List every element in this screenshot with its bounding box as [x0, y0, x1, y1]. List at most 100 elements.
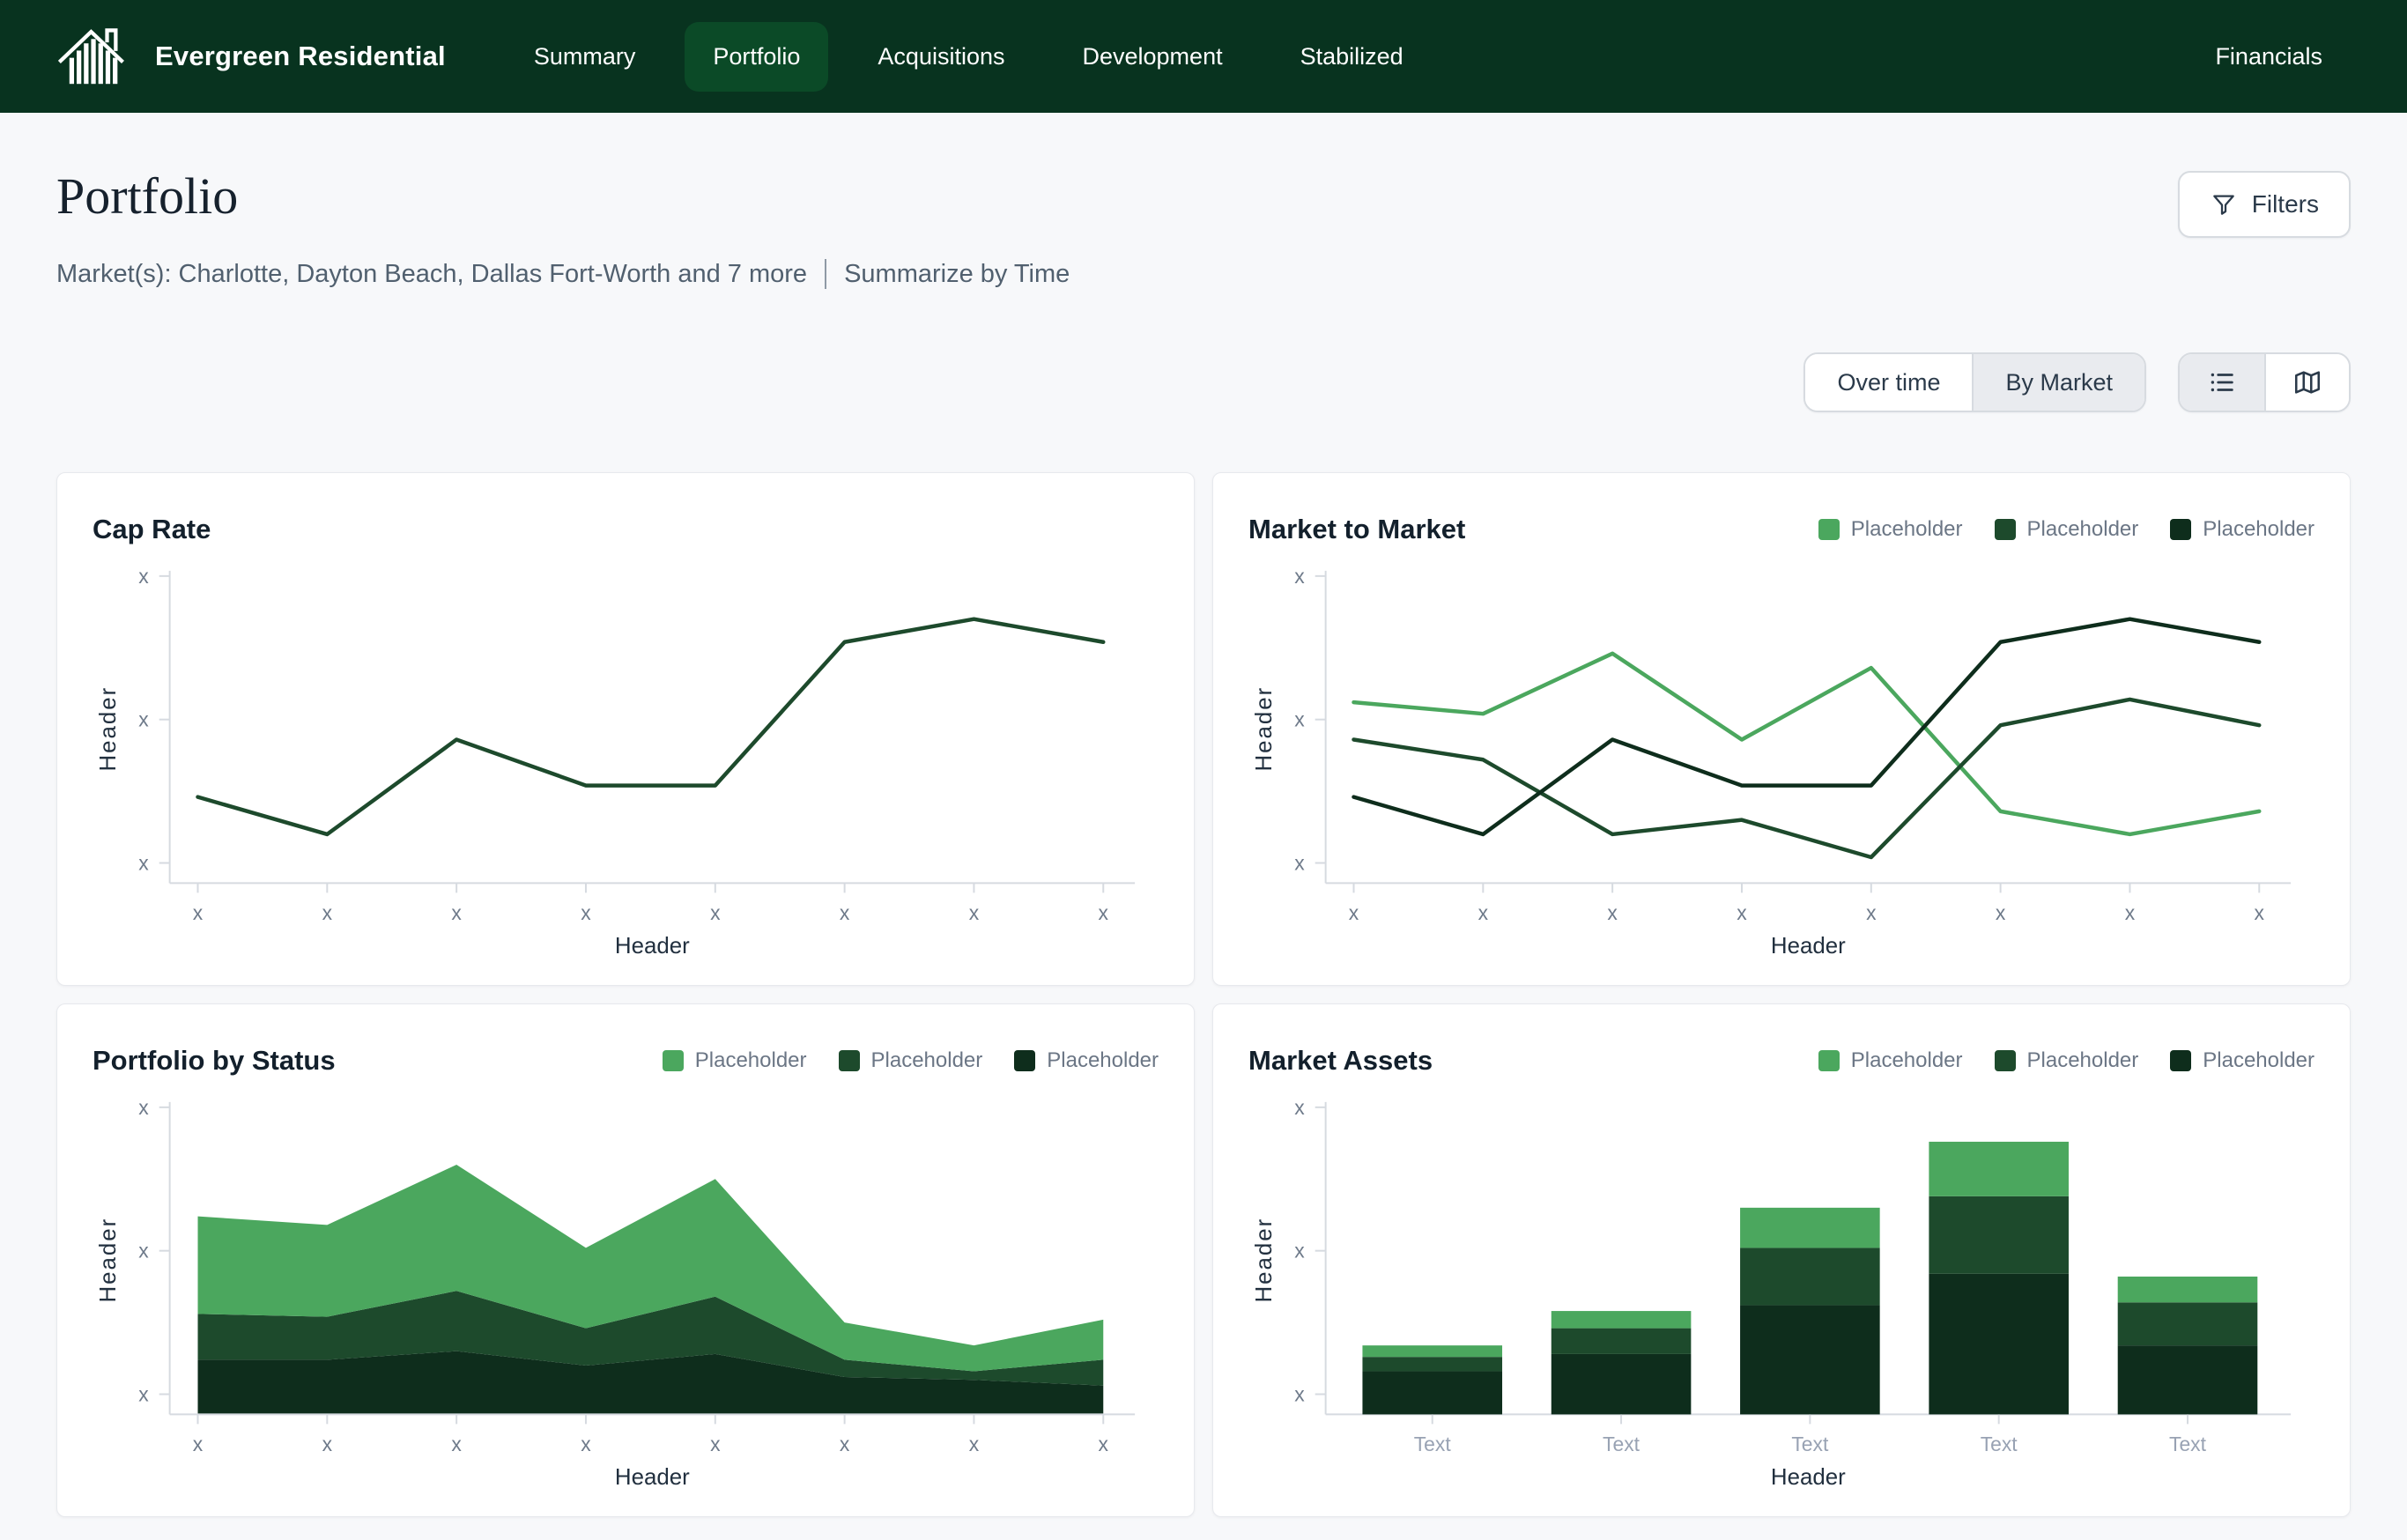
x-tick-label: x	[1607, 901, 1618, 924]
x-tick-label: x	[840, 1433, 850, 1455]
nav-item-stabilized[interactable]: Stabilized	[1272, 22, 1432, 92]
list-icon	[2211, 373, 2233, 392]
x-axis-title: Header	[615, 934, 690, 958]
legend-swatch	[2170, 519, 2192, 540]
x-tick-label: x	[1099, 901, 1109, 924]
chart-title: Market to Market	[1248, 514, 1466, 544]
filters-button[interactable]: Filters	[2177, 171, 2351, 238]
page-header: Portfolio Filters Market(s): Charlotte, …	[0, 113, 2407, 289]
y-tick-label: x	[1294, 708, 1305, 731]
charts-grid: Cap Rate x x x x x x x x x x x Header Header Market …	[0, 472, 2407, 1517]
y-tick-label: x	[1294, 1240, 1305, 1262]
funnel-icon	[2212, 195, 2234, 215]
x-tick-label: x	[322, 1433, 333, 1455]
x-tick-label: x	[710, 1433, 721, 1455]
legend-label: Placeholder	[2026, 517, 2139, 541]
bar-segment	[2117, 1302, 2258, 1346]
bar-segment	[1551, 1328, 1692, 1354]
y-tick-label: x	[138, 851, 149, 874]
time-market-toggle: Over time By Market	[1803, 352, 2146, 412]
map-icon	[2294, 371, 2321, 394]
y-tick-label: x	[1294, 565, 1305, 588]
market-to-market-chart: x x x x x x x x x x x Header Header	[1252, 565, 2292, 958]
series-line	[196, 617, 1106, 837]
x-tick-label: x	[969, 901, 980, 924]
legend-item: Placeholder	[662, 1048, 807, 1073]
house-icon	[57, 28, 124, 85]
bar-segment	[1551, 1311, 1692, 1329]
card-portfolio-by-status: Portfolio by Status Placeholder Placehold…	[56, 1003, 1195, 1517]
legend-item: Placeholder	[2170, 517, 2314, 542]
legend-item: Placeholder	[1994, 517, 2139, 542]
legend-label: Placeholder	[2026, 1048, 2139, 1072]
bar-segment	[1362, 1371, 1503, 1415]
toggle-over-time[interactable]: Over time	[1805, 354, 1973, 411]
map-view-button[interactable]	[2264, 354, 2349, 411]
chart-legend: Placeholder Placeholder Placeholder	[662, 1048, 1159, 1073]
x-tick-label: x	[581, 1433, 591, 1455]
x-tick-label: x	[1349, 901, 1359, 924]
x-tick-label: Text	[1981, 1433, 2018, 1455]
nav-item-development[interactable]: Development	[1055, 22, 1251, 92]
x-tick-label: x	[2255, 901, 2265, 924]
brand-logo[interactable]: Evergreen Residential	[56, 19, 446, 93]
bar-segment	[1929, 1273, 2069, 1415]
nav-item-summary[interactable]: Summary	[506, 22, 664, 92]
x-tick-label: x	[710, 901, 721, 924]
x-tick-label: x	[581, 901, 591, 924]
x-tick-label: x	[1478, 901, 1489, 924]
legend-item: Placeholder	[1818, 1048, 1963, 1073]
y-tick-label: x	[138, 565, 149, 588]
nav-item-portfolio[interactable]: Portfolio	[685, 21, 829, 92]
nav-item-acquisitions[interactable]: Acquisitions	[849, 22, 1033, 92]
bar-segment	[1740, 1248, 1880, 1306]
top-nav: Evergreen Residential Summary Portfolio …	[0, 0, 2407, 113]
display-mode-toggle	[2178, 352, 2351, 412]
portfolio-by-status-chart: x x x x x x x x x x x Header Header	[96, 1096, 1136, 1489]
chart-title: Market Assets	[1248, 1045, 1433, 1076]
x-tick-label: Text	[2169, 1433, 2207, 1455]
legend-label: Placeholder	[1047, 1048, 1159, 1072]
x-tick-label: Text	[1603, 1433, 1640, 1455]
page-title: Portfolio	[56, 167, 239, 225]
x-tick-label: x	[1737, 901, 1747, 924]
x-axis-title: Header	[1771, 1465, 1846, 1489]
series-line	[1352, 617, 2262, 837]
x-tick-label: x	[1996, 901, 2006, 924]
legend-label: Placeholder	[870, 1048, 983, 1072]
toggle-by-market[interactable]: By Market	[1972, 354, 2144, 411]
view-controls: Over time By Market	[0, 352, 2407, 412]
list-view-button[interactable]	[2180, 354, 2264, 411]
y-tick-label: x	[138, 1382, 149, 1405]
bar-segment	[1929, 1196, 2069, 1274]
x-tick-label: x	[451, 1433, 462, 1455]
x-axis-title: Header	[615, 1465, 690, 1489]
y-axis-title: Header	[1252, 1218, 1277, 1303]
x-tick-label: x	[969, 1433, 980, 1455]
nav-item-financials[interactable]: Financials	[2187, 22, 2351, 92]
x-tick-label: x	[2125, 901, 2136, 924]
filters-label: Filters	[2251, 190, 2319, 218]
chart-legend: Placeholder Placeholder Placeholder	[1818, 517, 2314, 542]
chart-title: Cap Rate	[93, 514, 211, 544]
subtitle-summarize: Summarize by Time	[844, 259, 1070, 288]
legend-item: Placeholder	[838, 1048, 983, 1073]
x-tick-label: x	[1099, 1433, 1109, 1455]
y-tick-label: x	[138, 708, 149, 731]
series-line	[1352, 651, 2262, 837]
subtitle-markets: Market(s): Charlotte, Dayton Beach, Dall…	[56, 259, 808, 288]
legend-swatch	[838, 1050, 860, 1071]
x-tick-label: x	[840, 901, 850, 924]
legend-item: Placeholder	[2170, 1048, 2314, 1073]
bar-segment	[2117, 1345, 2258, 1415]
x-tick-label: x	[451, 901, 462, 924]
legend-item: Placeholder	[1818, 517, 1963, 542]
bar-segment	[1362, 1345, 1503, 1358]
subtitle-divider	[825, 259, 827, 289]
bar-segment	[1740, 1207, 1880, 1248]
legend-label: Placeholder	[694, 1048, 807, 1072]
legend-swatch	[1994, 1050, 2016, 1071]
cap-rate-chart: x x x x x x x x x x x Header Header	[96, 565, 1136, 958]
x-tick-label: x	[193, 1433, 204, 1455]
legend-label: Placeholder	[1850, 1048, 1963, 1072]
